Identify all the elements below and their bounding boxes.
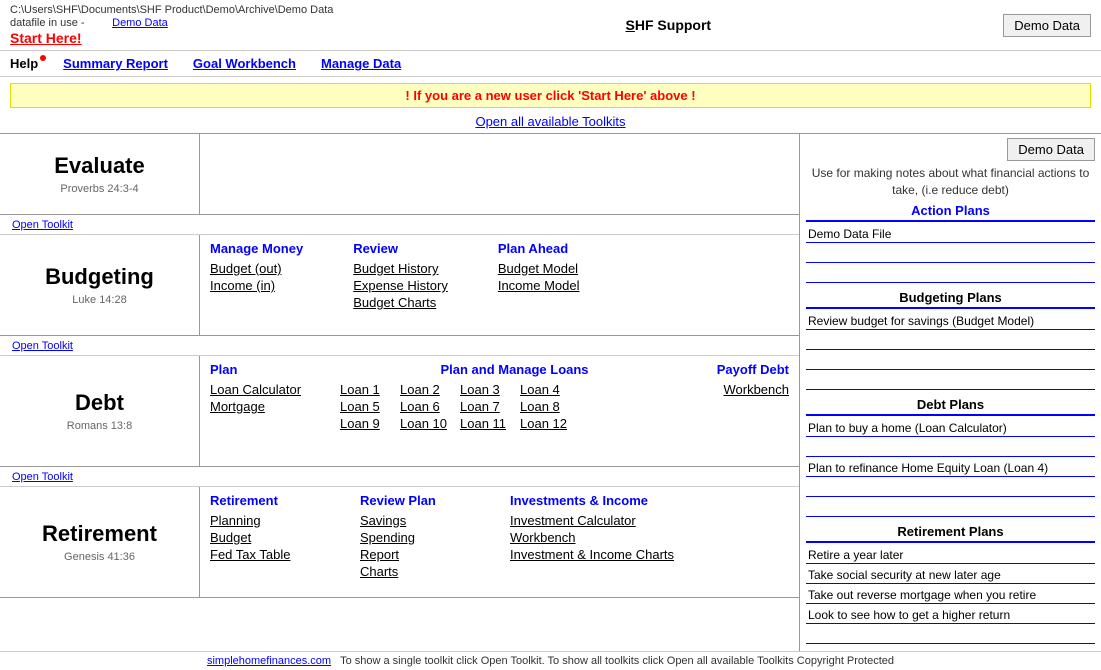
loan-5-link[interactable]: Loan 5: [340, 399, 400, 414]
loan-4-link[interactable]: Loan 4: [520, 382, 580, 397]
debt-verse: Romans 13:8: [67, 420, 132, 432]
evaluate-verse: Proverbs 24:3-4: [60, 183, 138, 195]
review-header: Review: [353, 241, 448, 256]
loan-7-link[interactable]: Loan 7: [460, 399, 520, 414]
loan-9-link[interactable]: Loan 9: [340, 416, 400, 431]
manage-money-header: Manage Money: [210, 241, 303, 256]
loan-6-link[interactable]: Loan 6: [400, 399, 460, 414]
loan-3-link[interactable]: Loan 3: [460, 382, 520, 397]
investments-income-header: Investments & Income: [510, 493, 674, 508]
income-in-link[interactable]: Income (in): [210, 278, 303, 293]
start-here-link[interactable]: Start Here!: [10, 30, 333, 46]
budgeting-plans-title: Budgeting Plans: [806, 290, 1095, 309]
debt-open-toolkit[interactable]: Open Toolkit: [6, 338, 79, 354]
file-path: C:\Users\SHF\Documents\SHF Product\Demo\…: [10, 4, 333, 16]
retirement-verse: Genesis 41:36: [64, 551, 135, 563]
payoff-workbench-link[interactable]: Workbench: [699, 382, 789, 397]
action-plan-item-0[interactable]: [806, 226, 1095, 243]
loan-10-link[interactable]: Loan 10: [400, 416, 460, 431]
nav-help: Help: [10, 56, 38, 71]
debt-title: Debt: [75, 390, 124, 416]
debt-plan-item-2[interactable]: [806, 460, 1095, 477]
budgeting-title: Budgeting: [45, 264, 154, 290]
debt-plan-header: Plan: [210, 362, 330, 377]
demo-data-link[interactable]: Demo Data: [112, 17, 168, 29]
mortgage-link[interactable]: Mortgage: [210, 399, 330, 414]
loan-12-link[interactable]: Loan 12: [520, 416, 580, 431]
debt-plan-item-4[interactable]: [806, 500, 1095, 517]
budgeting-plan-item-3[interactable]: [806, 373, 1095, 390]
loan-1-link[interactable]: Loan 1: [340, 382, 400, 397]
ret-plan-item-4[interactable]: [806, 627, 1095, 644]
budgeting-open-toolkit[interactable]: Open Toolkit: [6, 217, 79, 233]
nav-goal-workbench[interactable]: Goal Workbench: [193, 56, 296, 71]
debt-plans-title: Debt Plans: [806, 397, 1095, 416]
ret-plan-item-2[interactable]: [806, 587, 1095, 604]
demo-data-button[interactable]: Demo Data: [1003, 14, 1091, 37]
retirement-plans-title: Retirement Plans: [806, 524, 1095, 543]
retirement-col-header: Retirement: [210, 493, 320, 508]
action-plan-item-2[interactable]: [806, 266, 1095, 283]
budgeting-plan-item-1[interactable]: [806, 333, 1095, 350]
retirement-open-toolkit[interactable]: Open Toolkit: [6, 469, 79, 485]
open-all-toolkits-link[interactable]: Open all available Toolkits: [10, 112, 1091, 131]
datafile-row: datafile in use - Demo Data: [10, 17, 333, 29]
shf-support: SHF Support: [626, 17, 712, 33]
investment-income-charts-link[interactable]: Investment & Income Charts: [510, 547, 674, 562]
loan-calculator-link[interactable]: Loan Calculator: [210, 382, 330, 397]
ret-plan-item-1[interactable]: [806, 567, 1095, 584]
right-instructions: Use for making notes about what financia…: [806, 165, 1095, 199]
budget-charts-link[interactable]: Budget Charts: [353, 295, 448, 310]
footer-bar: simplehomefinances.com To show a single …: [0, 651, 1101, 670]
ret-budget-link[interactable]: Budget: [210, 530, 320, 545]
budget-history-link[interactable]: Budget History: [353, 261, 448, 276]
debt-plan-item-0[interactable]: [806, 420, 1095, 437]
new-user-banner: ! If you are a new user click 'Start Her…: [10, 83, 1091, 108]
report-link[interactable]: Report: [360, 547, 470, 562]
nav-manage-data[interactable]: Manage Data: [321, 56, 401, 71]
nav-summary-report[interactable]: Summary Report: [63, 56, 168, 71]
ret-workbench-link[interactable]: Workbench: [510, 530, 674, 545]
footer-website[interactable]: simplehomefinances.com: [207, 655, 331, 667]
loan-11-link[interactable]: Loan 11: [460, 416, 520, 431]
action-plans-title: Action Plans: [806, 203, 1095, 222]
footer-text: To show a single toolkit click Open Tool…: [340, 655, 894, 667]
debt-plan-item-3[interactable]: [806, 480, 1095, 497]
loan-2-link[interactable]: Loan 2: [400, 382, 460, 397]
payoff-debt-header: Payoff Debt: [699, 362, 789, 377]
budgeting-plan-item-2[interactable]: [806, 353, 1095, 370]
budgeting-plan-item-0[interactable]: [806, 313, 1095, 330]
planning-link[interactable]: Planning: [210, 513, 320, 528]
review-plan-header: Review Plan: [360, 493, 470, 508]
charts-link[interactable]: Charts: [360, 564, 470, 579]
savings-link[interactable]: Savings: [360, 513, 470, 528]
action-plan-item-1[interactable]: [806, 246, 1095, 263]
budgeting-verse: Luke 14:28: [72, 294, 126, 306]
budget-model-link[interactable]: Budget Model: [498, 261, 580, 276]
plan-manage-loans-header: Plan and Manage Loans: [340, 362, 689, 377]
help-dot-icon: [40, 55, 46, 61]
investment-calculator-link[interactable]: Investment Calculator: [510, 513, 674, 528]
budget-out-link[interactable]: Budget (out): [210, 261, 303, 276]
retirement-title: Retirement: [42, 521, 157, 547]
expense-history-link[interactable]: Expense History: [353, 278, 448, 293]
loan-8-link[interactable]: Loan 8: [520, 399, 580, 414]
plan-ahead-header: Plan Ahead: [498, 241, 580, 256]
debt-plan-item-1[interactable]: [806, 440, 1095, 457]
evaluate-title: Evaluate: [54, 153, 145, 179]
spending-link[interactable]: Spending: [360, 530, 470, 545]
fed-tax-table-link[interactable]: Fed Tax Table: [210, 547, 320, 562]
ret-plan-item-0[interactable]: [806, 547, 1095, 564]
ret-plan-item-3[interactable]: [806, 607, 1095, 624]
income-model-link[interactable]: Income Model: [498, 278, 580, 293]
right-demo-data-button[interactable]: Demo Data: [1007, 138, 1095, 161]
